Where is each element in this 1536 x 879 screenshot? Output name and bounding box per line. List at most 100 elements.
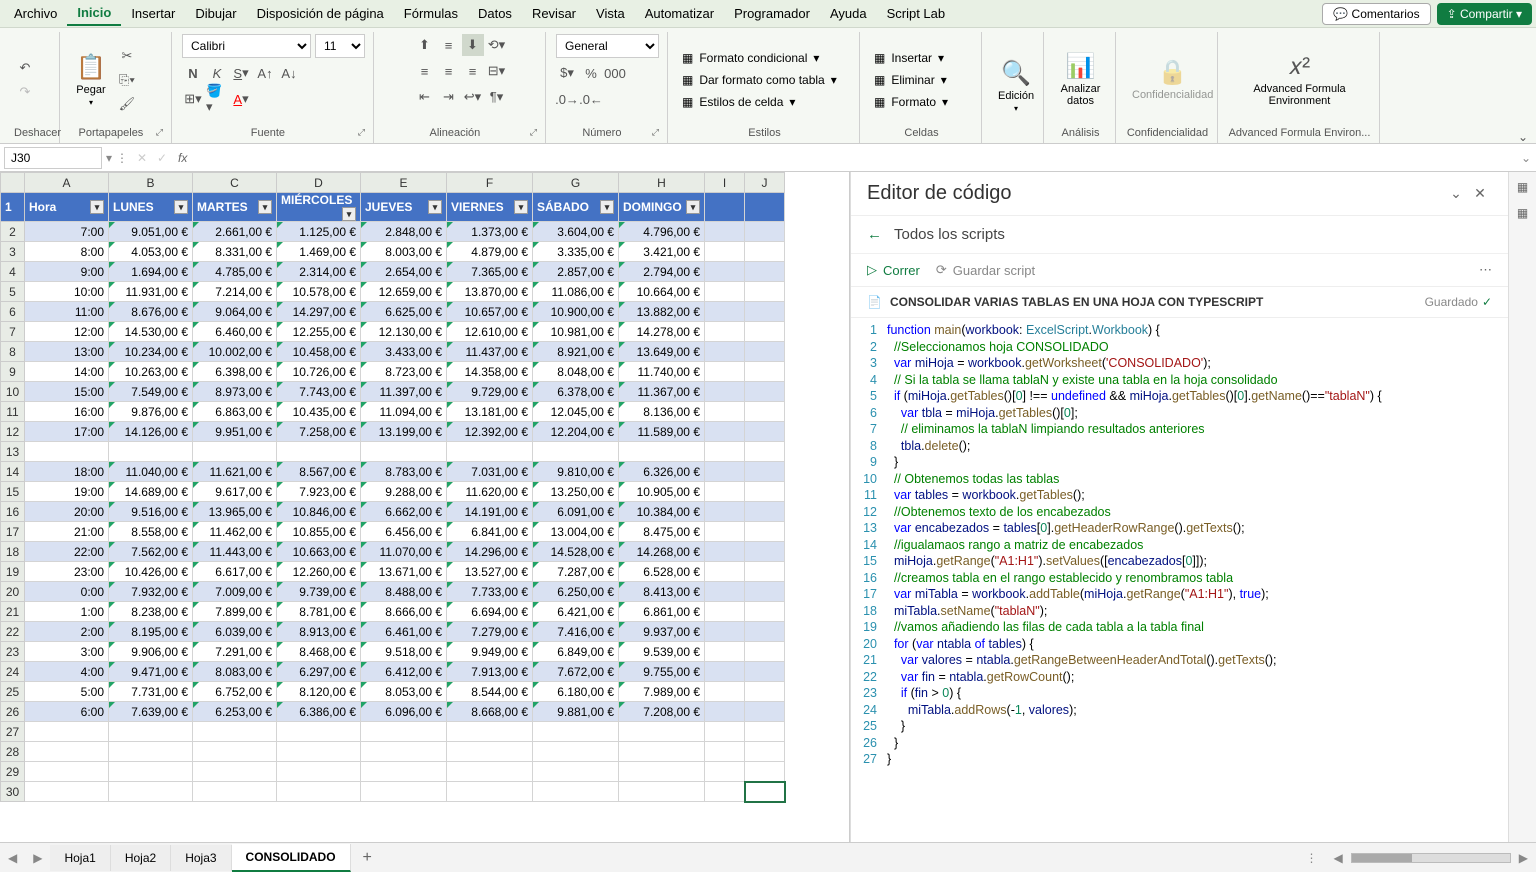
cell[interactable]: 15:00 (25, 382, 109, 402)
cell[interactable]: 8.781,00 € (277, 602, 361, 622)
row-header-5[interactable]: 5 (1, 282, 25, 302)
afe-button[interactable]: 𝑥² Advanced Formula Environment (1228, 49, 1371, 111)
code-line-content[interactable]: //Seleccionamos hoja CONSOLIDADO (887, 339, 1109, 356)
cell[interactable] (447, 442, 533, 462)
cell[interactable]: 6.297,00 € (277, 662, 361, 682)
share-button[interactable]: ⇪ Compartir ▾ (1437, 3, 1532, 25)
align-middle-button[interactable]: ≡ (438, 34, 460, 56)
sheet-tab-hoja2[interactable]: Hoja2 (111, 845, 171, 871)
cell[interactable]: 20:00 (25, 502, 109, 522)
cell[interactable]: 11.086,00 € (533, 282, 619, 302)
cell[interactable]: 11.621,00 € (193, 462, 277, 482)
cell[interactable]: 7.639,00 € (109, 702, 193, 722)
row-header-18[interactable]: 18 (1, 542, 25, 562)
fill-color-button[interactable]: 🪣▾ (206, 88, 228, 110)
align-launcher[interactable]: ⤢ (530, 127, 537, 138)
cell[interactable] (533, 782, 619, 802)
col-header-G[interactable]: G (533, 173, 619, 193)
cell[interactable]: 14.268,00 € (619, 542, 705, 562)
row-header-6[interactable]: 6 (1, 302, 25, 322)
cell[interactable] (361, 442, 447, 462)
cell[interactable]: 1.694,00 € (109, 262, 193, 282)
editing-button[interactable]: 🔍 Edición ▾ (992, 55, 1040, 117)
cell[interactable]: 3.335,00 € (533, 242, 619, 262)
cell[interactable]: 11.437,00 € (447, 342, 533, 362)
increase-font-button[interactable]: A↑ (254, 62, 276, 84)
table-header-cell[interactable]: MIÉRCOLES▾ (277, 193, 361, 222)
worksheet-area[interactable]: ABCDEFGHIJ1Hora▾LUNES▾MARTES▾MIÉRCOLES▾J… (0, 172, 850, 842)
row-header-2[interactable]: 2 (1, 222, 25, 242)
row-header-14[interactable]: 14 (1, 462, 25, 482)
cell[interactable]: 11.589,00 € (619, 422, 705, 442)
col-header-F[interactable]: F (447, 173, 533, 193)
wrap-text-button[interactable]: ↩▾ (462, 86, 484, 108)
cell[interactable]: 11.094,00 € (361, 402, 447, 422)
cell[interactable]: 11.620,00 € (447, 482, 533, 502)
cell[interactable]: 7.913,00 € (447, 662, 533, 682)
cell[interactable]: 8.413,00 € (619, 582, 705, 602)
cell[interactable] (361, 762, 447, 782)
table-header-cell[interactable]: Hora▾ (25, 193, 109, 222)
cell[interactable] (25, 442, 109, 462)
font-size-select[interactable]: 11 (315, 34, 365, 58)
cell[interactable]: 12.130,00 € (361, 322, 447, 342)
row-header-23[interactable]: 23 (1, 642, 25, 662)
cell[interactable]: 23:00 (25, 562, 109, 582)
menu-item-script-lab[interactable]: Script Lab (877, 2, 956, 25)
cell[interactable]: 3:00 (25, 642, 109, 662)
code-line-content[interactable]: miHoja.getRange("A1:H1").setValues([enca… (887, 553, 1207, 570)
cell[interactable] (193, 762, 277, 782)
menu-item-ayuda[interactable]: Ayuda (820, 2, 877, 25)
table-header-cell[interactable]: LUNES▾ (109, 193, 193, 222)
insert-cells-button[interactable]: ▦Insertar ▾ (870, 49, 952, 67)
table-header-cell[interactable]: JUEVES▾ (361, 193, 447, 222)
row-header-3[interactable]: 3 (1, 242, 25, 262)
row-header-8[interactable]: 8 (1, 342, 25, 362)
cell[interactable] (193, 722, 277, 742)
cell[interactable]: 9.288,00 € (361, 482, 447, 502)
cell[interactable]: 8:00 (25, 242, 109, 262)
code-line-content[interactable]: var encabezados = tables[0].getHeaderRow… (887, 520, 1245, 537)
cell[interactable] (745, 742, 785, 762)
cell[interactable]: 6.461,00 € (361, 622, 447, 642)
code-line-content[interactable]: function main(workbook: ExcelScript.Work… (887, 322, 1160, 339)
cell[interactable]: 6.253,00 € (193, 702, 277, 722)
cell[interactable] (277, 742, 361, 762)
row-header-25[interactable]: 25 (1, 682, 25, 702)
cell[interactable]: 6.694,00 € (447, 602, 533, 622)
editor-collapse-button[interactable]: ⌄ (1444, 185, 1468, 202)
cell[interactable] (277, 442, 361, 462)
cell[interactable]: 8.468,00 € (277, 642, 361, 662)
cell[interactable]: 8.048,00 € (533, 362, 619, 382)
code-line-content[interactable]: var fin = ntabla.getRowCount(); (887, 669, 1074, 686)
hscroll-track[interactable] (1351, 853, 1511, 863)
cell[interactable]: 8.544,00 € (447, 682, 533, 702)
number-launcher[interactable]: ⤢ (652, 127, 659, 138)
row-header-11[interactable]: 11 (1, 402, 25, 422)
filter-icon[interactable]: ▾ (600, 200, 614, 214)
cell[interactable]: 4.053,00 € (109, 242, 193, 262)
italic-button[interactable]: K (206, 62, 228, 84)
cell[interactable] (109, 782, 193, 802)
cell[interactable]: 6.326,00 € (619, 462, 705, 482)
align-left-button[interactable]: ≡ (414, 60, 436, 82)
cell[interactable] (277, 722, 361, 742)
underline-button[interactable]: S▾ (230, 62, 252, 84)
percent-button[interactable]: % (580, 62, 602, 84)
bold-button[interactable]: N (182, 62, 204, 84)
cell[interactable]: 13.199,00 € (361, 422, 447, 442)
cell[interactable] (745, 762, 785, 782)
cell[interactable]: 9.937,00 € (619, 622, 705, 642)
format-as-table-button[interactable]: ▦Dar formato como tabla ▾ (678, 71, 841, 89)
cell[interactable]: 7.899,00 € (193, 602, 277, 622)
cell[interactable]: 9.617,00 € (193, 482, 277, 502)
col-header-E[interactable]: E (361, 173, 447, 193)
sheet-nav-prev[interactable]: ◀ (0, 851, 25, 865)
cell[interactable] (447, 742, 533, 762)
more-actions-button[interactable]: ⋯ (1479, 262, 1492, 278)
row-header-20[interactable]: 20 (1, 582, 25, 602)
back-arrow-icon[interactable]: ← (867, 226, 882, 243)
cell[interactable]: 10.981,00 € (533, 322, 619, 342)
expand-formula-button[interactable]: ⌄ (1516, 151, 1536, 165)
cell[interactable]: 1.469,00 € (277, 242, 361, 262)
